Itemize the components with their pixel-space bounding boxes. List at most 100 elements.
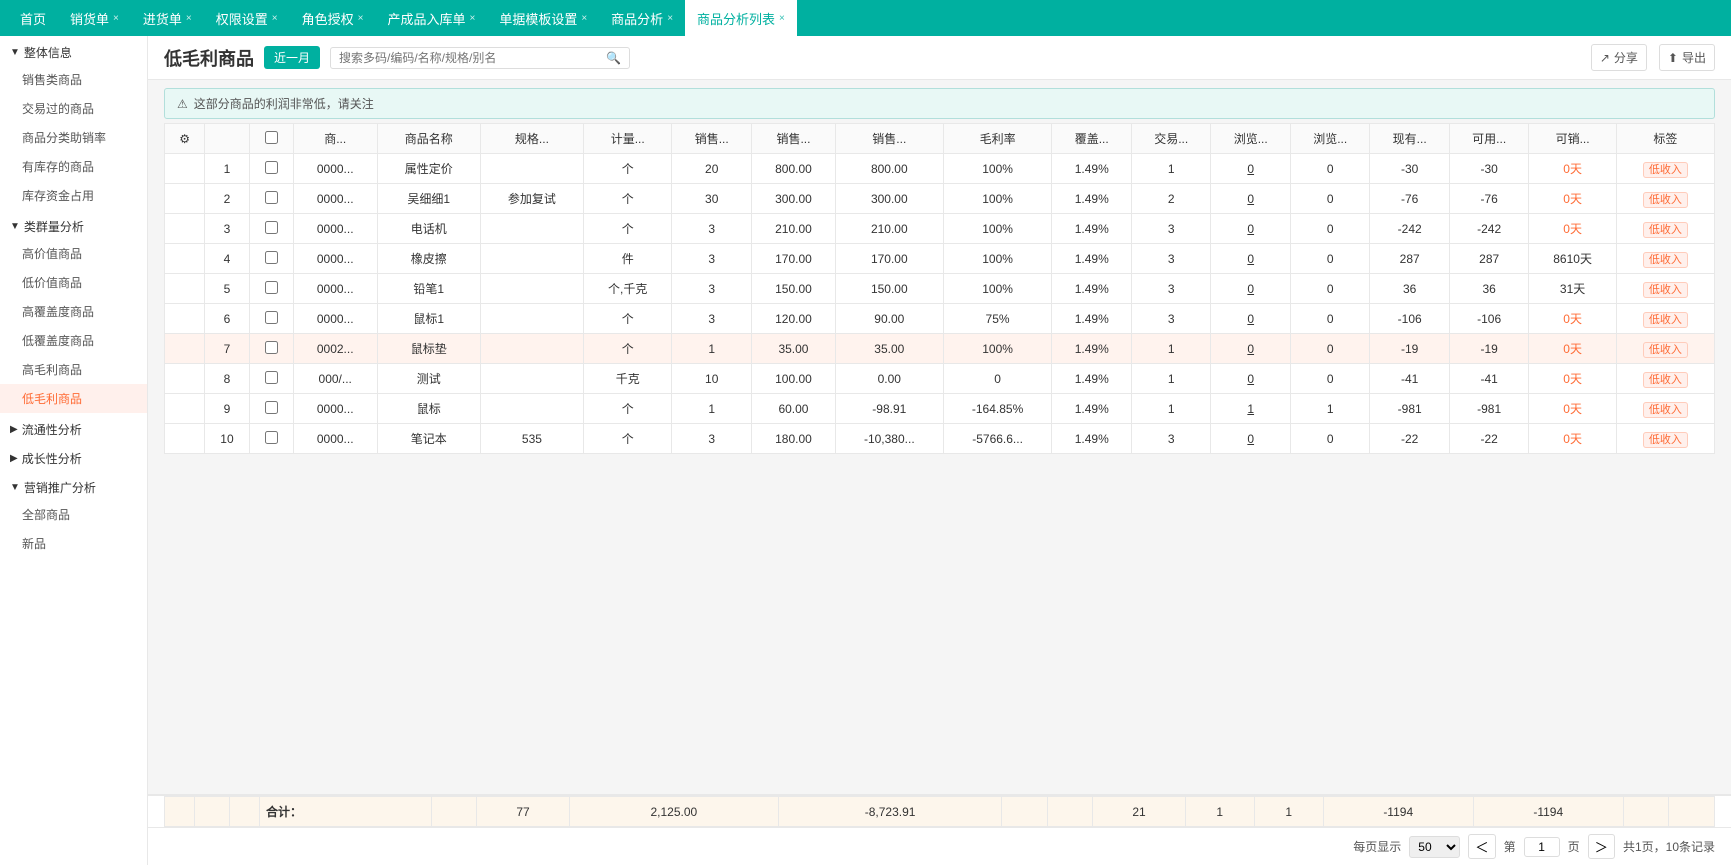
cell-checkbox[interactable] [249, 214, 293, 244]
cell-browse-a[interactable]: 0 [1211, 154, 1290, 184]
cell-browse-a[interactable]: 0 [1211, 304, 1290, 334]
export-button[interactable]: ⬆ 导出 [1659, 44, 1715, 71]
sidebar-item-high-margin[interactable]: 高毛利商品 [0, 355, 147, 384]
sidebar-item-inventory-capital[interactable]: 库存资金占用 [0, 181, 147, 210]
cell-checkbox[interactable] [249, 394, 293, 424]
col-spec[interactable]: 规格... [480, 124, 583, 154]
col-tag[interactable]: 标签 [1616, 124, 1714, 154]
sidebar-item-sales-products[interactable]: 销售类商品 [0, 65, 147, 94]
col-gross-rate[interactable]: 毛利率 [943, 124, 1052, 154]
nav-home[interactable]: 首页 [8, 0, 58, 36]
cell-available: 36 [1449, 274, 1528, 304]
sidebar-item-all-products[interactable]: 全部商品 [0, 500, 147, 529]
next-page-button[interactable]: ＞ [1588, 834, 1615, 859]
col-checkbox[interactable] [249, 124, 293, 154]
select-all-checkbox[interactable] [265, 131, 278, 144]
sidebar-group-marketing[interactable]: ▼ 营销推广分析 [0, 471, 147, 500]
col-setting[interactable]: ⚙ [165, 124, 205, 154]
cell-browse-a[interactable]: 0 [1211, 244, 1290, 274]
nav-template-settings[interactable]: 单据模板设置 × [487, 0, 599, 36]
cell-code: 0000... [293, 184, 377, 214]
cell-browse-a[interactable]: 0 [1211, 274, 1290, 304]
close-icon[interactable]: × [667, 13, 673, 24]
sidebar-group-cluster[interactable]: ▼ 类群量分析 [0, 210, 147, 239]
nav-role-auth[interactable]: 角色授权 × [290, 0, 376, 36]
cell-checkbox[interactable] [249, 154, 293, 184]
cell-checkbox[interactable] [249, 274, 293, 304]
sidebar-item-new-products[interactable]: 新品 [0, 529, 147, 558]
row-checkbox[interactable] [265, 221, 278, 234]
cell-browse-a[interactable]: 0 [1211, 364, 1290, 394]
header-actions: ↗ 分享 ⬆ 导出 [1591, 44, 1715, 71]
sidebar-item-stocked-products[interactable]: 有库存的商品 [0, 152, 147, 181]
cell-browse-a[interactable]: 1 [1211, 394, 1290, 424]
sidebar-group-circulation[interactable]: ▶ 流通性分析 [0, 413, 147, 442]
sidebar-item-low-margin[interactable]: 低毛利商品 [0, 384, 147, 413]
col-browse-b[interactable]: 浏览... [1290, 124, 1369, 154]
share-button[interactable]: ↗ 分享 [1591, 44, 1647, 71]
cell-browse-a[interactable]: 0 [1211, 334, 1290, 364]
sidebar-item-high-value[interactable]: 高价值商品 [0, 239, 147, 268]
sidebar-item-high-coverage[interactable]: 高覆盖度商品 [0, 297, 147, 326]
row-checkbox[interactable] [265, 431, 278, 444]
close-icon[interactable]: × [272, 13, 278, 24]
nav-product-analysis-list[interactable]: 商品分析列表 × [685, 0, 797, 36]
col-current[interactable]: 现有... [1370, 124, 1449, 154]
col-coverage[interactable]: 覆盖... [1052, 124, 1132, 154]
col-sale-profit[interactable]: 销售... [835, 124, 943, 154]
footer-saleable [1623, 797, 1669, 827]
sidebar-item-traded-products[interactable]: 交易过的商品 [0, 94, 147, 123]
cell-checkbox[interactable] [249, 244, 293, 274]
row-checkbox[interactable] [265, 311, 278, 324]
cell-browse-a[interactable]: 0 [1211, 424, 1290, 454]
sidebar-item-low-value[interactable]: 低价值商品 [0, 268, 147, 297]
page-size-select[interactable]: 50 100 200 [1409, 836, 1460, 858]
row-checkbox[interactable] [265, 251, 278, 264]
cell-current: -981 [1370, 394, 1449, 424]
close-icon[interactable]: × [779, 13, 785, 24]
cell-browse-a[interactable]: 0 [1211, 214, 1290, 244]
row-checkbox[interactable] [265, 341, 278, 354]
row-checkbox[interactable] [265, 401, 278, 414]
close-icon[interactable]: × [581, 13, 587, 24]
col-sale-qty[interactable]: 销售... [672, 124, 751, 154]
row-checkbox[interactable] [265, 281, 278, 294]
close-icon[interactable]: × [358, 13, 364, 24]
row-checkbox[interactable] [265, 371, 278, 384]
col-sale-amount[interactable]: 销售... [751, 124, 835, 154]
col-name[interactable]: 商品名称 [377, 124, 480, 154]
nav-permission-settings[interactable]: 权限设置 × [204, 0, 290, 36]
nav-product-inbound[interactable]: 产成品入库单 × [375, 0, 487, 36]
sidebar-group-growth[interactable]: ▶ 成长性分析 [0, 442, 147, 471]
search-icon[interactable]: 🔍 [606, 51, 621, 65]
search-input[interactable] [339, 51, 606, 65]
sidebar-group-overall[interactable]: ▼ 整体信息 [0, 36, 147, 65]
row-checkbox[interactable] [265, 191, 278, 204]
col-saleable[interactable]: 可销... [1529, 124, 1616, 154]
cell-checkbox[interactable] [249, 334, 293, 364]
cell-browse-a[interactable]: 0 [1211, 184, 1290, 214]
cell-checkbox[interactable] [249, 304, 293, 334]
col-trade-times[interactable]: 交易... [1131, 124, 1210, 154]
close-icon[interactable]: × [186, 13, 192, 24]
col-available[interactable]: 可用... [1449, 124, 1528, 154]
close-icon[interactable]: × [469, 13, 475, 24]
col-code[interactable]: 商... [293, 124, 377, 154]
nav-sales-order[interactable]: 销货单 × [58, 0, 131, 36]
col-unit[interactable]: 计量... [583, 124, 671, 154]
cell-checkbox[interactable] [249, 184, 293, 214]
cell-checkbox[interactable] [249, 424, 293, 454]
close-icon[interactable]: × [113, 13, 119, 24]
time-filter-button[interactable]: 近一月 [264, 46, 320, 69]
nav-purchase-order[interactable]: 进货单 × [131, 0, 204, 36]
col-browse-a[interactable]: 浏览... [1211, 124, 1290, 154]
cell-code: 0000... [293, 214, 377, 244]
sidebar-item-category-rate[interactable]: 商品分类助销率 [0, 123, 147, 152]
cell-checkbox[interactable] [249, 364, 293, 394]
prev-page-button[interactable]: ＜ [1468, 834, 1495, 859]
cell-sale-profit: -10,380... [835, 424, 943, 454]
sidebar-item-low-coverage[interactable]: 低覆盖度商品 [0, 326, 147, 355]
row-checkbox[interactable] [265, 161, 278, 174]
page-number-input[interactable] [1524, 837, 1560, 857]
nav-product-analysis[interactable]: 商品分析 × [599, 0, 685, 36]
